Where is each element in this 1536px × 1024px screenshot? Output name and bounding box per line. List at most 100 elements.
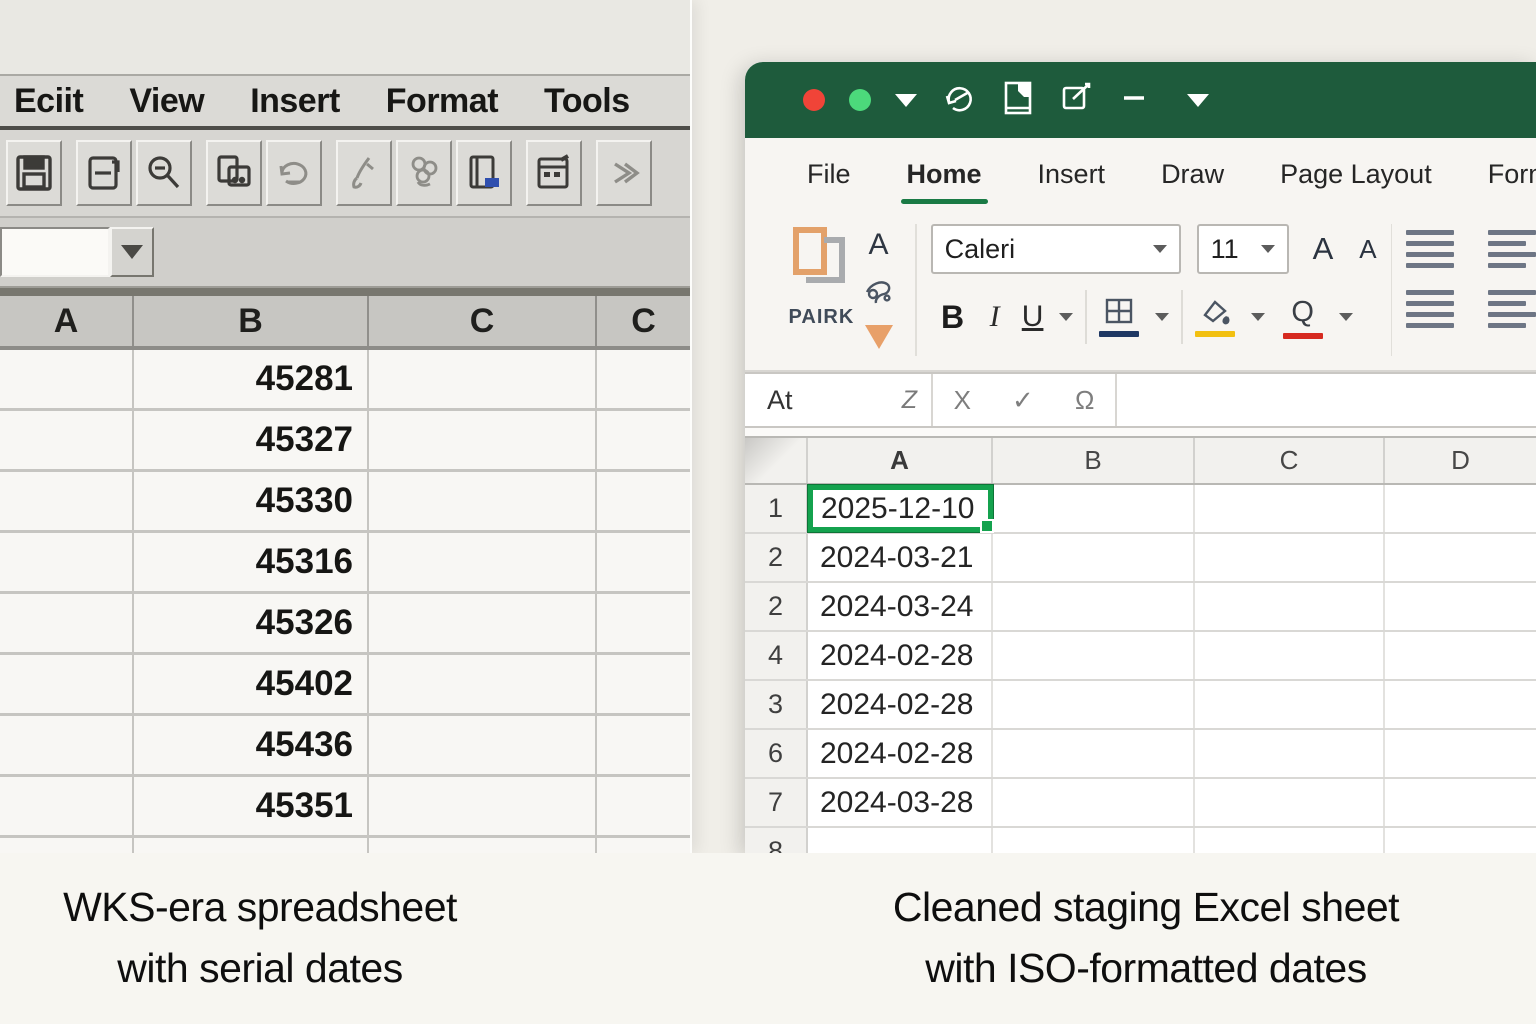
cell[interactable] [1195, 681, 1385, 728]
copy-button[interactable] [206, 140, 262, 206]
cell[interactable] [369, 777, 597, 835]
cell[interactable] [369, 350, 597, 408]
cell[interactable] [0, 594, 134, 652]
cell[interactable] [993, 534, 1195, 581]
align-top-icon[interactable] [1406, 230, 1454, 268]
date-cell[interactable]: 2024-03-21 [808, 534, 993, 581]
legacy-namebox-dropdown[interactable] [110, 227, 154, 277]
serial-date-cell[interactable]: 45281 [134, 350, 369, 408]
cell[interactable] [369, 533, 597, 591]
date-cell[interactable] [808, 828, 993, 853]
menu-edit[interactable]: Eciit [14, 82, 84, 121]
row-header[interactable]: 3 [745, 681, 808, 728]
cell[interactable] [1385, 583, 1536, 630]
cell[interactable] [597, 411, 690, 469]
cell[interactable] [597, 777, 690, 835]
flower-button[interactable] [396, 140, 452, 206]
column-header-c2[interactable]: C [597, 296, 690, 346]
cell[interactable] [597, 472, 690, 530]
cell[interactable] [0, 472, 134, 530]
cell[interactable] [597, 594, 690, 652]
date-cell[interactable]: 2024-03-28 [808, 779, 993, 826]
row-header[interactable]: 2 [745, 534, 808, 581]
cancel-icon[interactable]: X [954, 385, 971, 416]
cell[interactable] [597, 838, 690, 853]
cell[interactable] [1385, 681, 1536, 728]
cell[interactable] [1195, 534, 1385, 581]
tab-draw[interactable]: Draw [1159, 149, 1226, 200]
cell[interactable] [1385, 632, 1536, 679]
paste-button[interactable]: PAIRK [787, 224, 856, 329]
column-header-a[interactable]: A [808, 438, 993, 483]
serial-date-cell[interactable]: 45327 [134, 411, 369, 469]
cell[interactable] [993, 681, 1195, 728]
underline-button[interactable]: U [1015, 300, 1051, 334]
cell[interactable] [369, 594, 597, 652]
cell[interactable] [597, 716, 690, 774]
cell[interactable] [1195, 485, 1385, 532]
fill-dropdown-icon[interactable] [1250, 313, 1265, 321]
align-left-icon[interactable] [1406, 290, 1454, 328]
cell[interactable] [369, 655, 597, 713]
date-cell[interactable]: 2024-02-28 [808, 632, 993, 679]
serial-date-cell[interactable]: 45326 [134, 594, 369, 652]
column-header-b[interactable]: B [134, 296, 369, 346]
grow-font-button[interactable]: A [1313, 231, 1334, 267]
menu-format[interactable]: Format [386, 82, 499, 121]
menu-insert[interactable]: Insert [250, 82, 340, 121]
tab-insert[interactable]: Insert [1036, 149, 1108, 200]
selected-cell-a1[interactable]: 2025-12-10 [808, 485, 994, 533]
cell[interactable] [1385, 730, 1536, 777]
cell[interactable] [993, 485, 1195, 532]
cell[interactable] [0, 655, 134, 713]
font-color-button[interactable]: Q [1282, 296, 1323, 339]
minus-icon[interactable] [1119, 83, 1149, 118]
namebox-dropdown-icon[interactable]: Z [902, 386, 917, 415]
print-button[interactable] [76, 140, 132, 206]
italic-button[interactable]: I [975, 300, 1015, 334]
cell[interactable] [134, 838, 369, 853]
formula-input[interactable] [1117, 374, 1536, 426]
cell[interactable] [993, 828, 1195, 853]
date-cell[interactable]: 2024-02-28 [808, 730, 993, 777]
chevron-down-icon[interactable] [1187, 93, 1209, 107]
document-icon[interactable] [1001, 80, 1035, 121]
cell[interactable] [597, 655, 690, 713]
column-header-c[interactable]: C [369, 296, 597, 346]
underline-dropdown-icon[interactable] [1058, 313, 1073, 321]
cell[interactable] [0, 838, 134, 853]
borders-button[interactable] [1098, 297, 1139, 337]
fill-handle[interactable] [980, 519, 994, 533]
paste-dropdown-icon[interactable] [864, 325, 893, 349]
enter-check-icon[interactable]: ✓ [1012, 385, 1034, 416]
cell[interactable] [369, 716, 597, 774]
cell[interactable] [993, 583, 1195, 630]
fill-color-button[interactable] [1194, 297, 1235, 337]
cell[interactable] [1385, 485, 1536, 532]
serial-date-cell[interactable]: 45402 [134, 655, 369, 713]
book-button[interactable] [456, 140, 512, 206]
shrink-font-button[interactable]: A [1359, 234, 1376, 265]
save-button[interactable] [6, 140, 62, 206]
cell[interactable] [369, 411, 597, 469]
cell[interactable] [1195, 779, 1385, 826]
tab-file[interactable]: File [805, 149, 853, 200]
bold-button[interactable]: B [931, 299, 975, 336]
date-cell[interactable]: 2024-02-28 [808, 681, 993, 728]
cell[interactable] [1385, 534, 1536, 581]
row-header[interactable]: 1 [745, 485, 808, 532]
cell[interactable] [0, 777, 134, 835]
font-size-select[interactable]: 11 [1196, 224, 1289, 274]
menu-tools[interactable]: Tools [544, 82, 630, 121]
align-middle-icon[interactable] [1488, 230, 1536, 268]
compose-icon[interactable] [1059, 80, 1095, 121]
row-header[interactable]: 6 [745, 730, 808, 777]
row-header[interactable]: 4 [745, 632, 808, 679]
brush-button[interactable] [336, 140, 392, 206]
cell[interactable] [1385, 779, 1536, 826]
serial-date-cell[interactable]: 45436 [134, 716, 369, 774]
cell[interactable] [993, 632, 1195, 679]
insert-function-icon[interactable]: Ω [1075, 385, 1094, 416]
redo-button[interactable] [266, 140, 322, 206]
cell[interactable] [1195, 632, 1385, 679]
